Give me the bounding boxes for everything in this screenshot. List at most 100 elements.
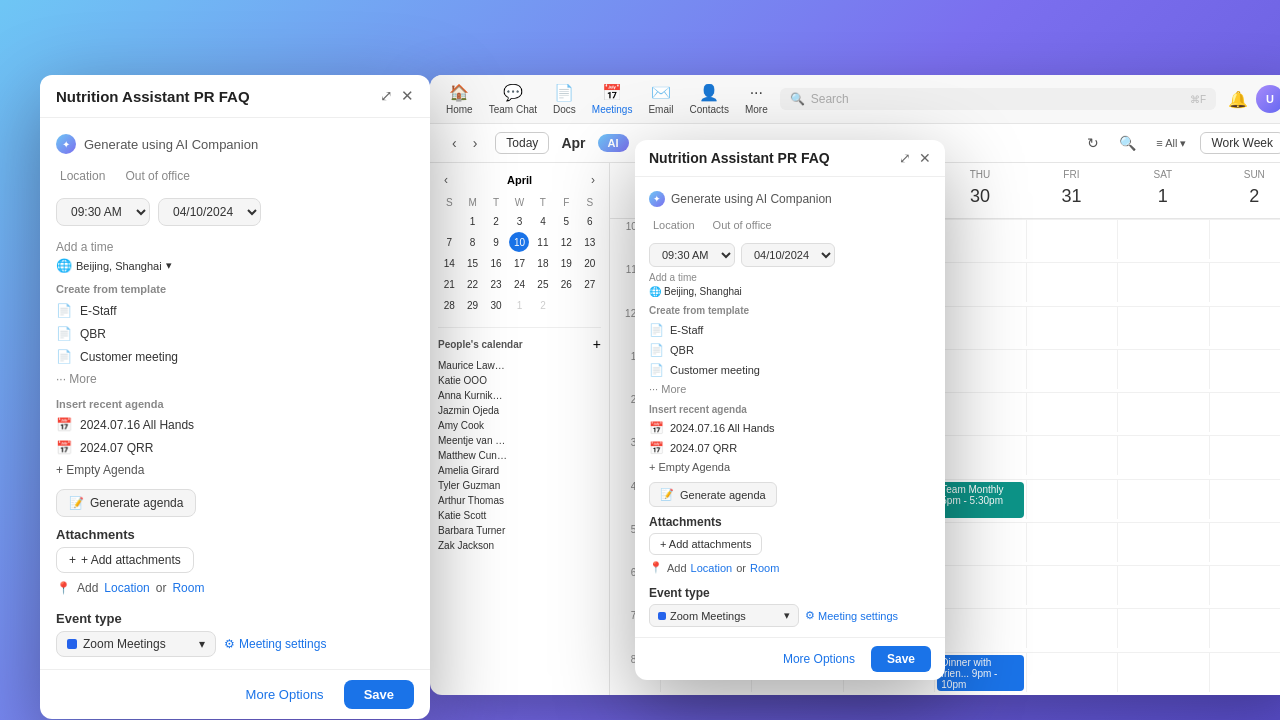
modal-front-recent-qrr[interactable]: 📅 2024.07 QRR — [649, 438, 931, 458]
modal-front-tab-ooo[interactable]: Out of office — [709, 217, 776, 233]
cell-sat-4[interactable] — [1117, 479, 1208, 519]
toolbar-home[interactable]: 🏠 Home — [446, 83, 473, 115]
mini-day[interactable]: 27 — [580, 274, 600, 294]
mini-day[interactable]: 20 — [580, 253, 600, 273]
attendee-item[interactable]: Zak Jackson — [438, 538, 508, 553]
cell-fri-7[interactable] — [1026, 608, 1117, 648]
modal-front-more-options-btn[interactable]: More Options — [775, 646, 863, 672]
modal-front-generate-btn[interactable]: 📝 Generate agenda — [649, 482, 777, 507]
mini-day[interactable]: 12 — [556, 232, 576, 252]
toolbar-contacts[interactable]: 👤 Contacts — [689, 83, 728, 115]
modal-left-maximize-btn[interactable]: ⤢ — [380, 87, 393, 105]
cell-sun-10[interactable] — [1209, 219, 1280, 259]
cell-thu-6[interactable] — [934, 565, 1025, 605]
cell-fri-11[interactable] — [1026, 262, 1117, 302]
attendee-item[interactable]: Maurice Lawson (You) — [438, 358, 508, 373]
cell-fri-1[interactable] — [1026, 349, 1117, 389]
bell-icon[interactable]: 🔔 — [1228, 90, 1248, 109]
cell-fri-8[interactable] — [1026, 652, 1117, 692]
cell-thu-1[interactable] — [934, 349, 1025, 389]
toolbar-team-chat[interactable]: 💬 Team Chat — [489, 83, 537, 115]
attendee-item[interactable]: Katie OOO — [438, 373, 508, 388]
modal-front-maximize-btn[interactable]: ⤢ — [899, 150, 911, 166]
modal-front-settings-link[interactable]: ⚙ Meeting settings — [805, 609, 898, 622]
modal-left-location-link[interactable]: Location — [104, 581, 149, 595]
cell-thu-5[interactable] — [934, 522, 1025, 562]
search-bar[interactable]: 🔍 Search ⌘F — [780, 88, 1216, 110]
attendee-item[interactable]: Katie Scott — [438, 508, 508, 523]
modal-front-template-estaff[interactable]: 📄 E-Staff — [649, 320, 931, 340]
attendee-item[interactable]: Barbara Turner — [438, 523, 508, 538]
search-cal-btn[interactable]: 🔍 — [1113, 133, 1142, 153]
prev-btn[interactable]: ‹ — [446, 133, 463, 153]
mini-day[interactable]: 11 — [533, 232, 553, 252]
cell-sun-5[interactable] — [1209, 522, 1280, 562]
modal-left-add-attachments-btn[interactable]: + + Add attachments — [56, 547, 194, 573]
modal-front-add-attachments-btn[interactable]: + Add attachments — [649, 533, 762, 555]
cell-fri-10[interactable] — [1026, 219, 1117, 259]
cell-thu-11[interactable] — [934, 262, 1025, 302]
modal-left-time-select[interactable]: 09:30 AM — [56, 198, 150, 226]
mini-day[interactable]: 17 — [509, 253, 529, 273]
cell-thu-8[interactable]: Dinner with frien... 9pm - 10pm — [934, 652, 1025, 692]
cell-sun-4[interactable] — [1209, 479, 1280, 519]
cell-sat-12[interactable] — [1117, 306, 1208, 346]
mini-day[interactable]: 7 — [439, 232, 459, 252]
mini-day[interactable]: 25 — [533, 274, 553, 294]
cell-fri-5[interactable] — [1026, 522, 1117, 562]
modal-left-add-empty[interactable]: + Empty Agenda — [56, 459, 414, 481]
modal-front-recent-allhands[interactable]: 📅 2024.07.16 All Hands — [649, 418, 931, 438]
toolbar-docs[interactable]: 📄 Docs — [553, 83, 576, 115]
mini-day[interactable]: 19 — [556, 253, 576, 273]
attendee-item[interactable]: Meentje van der Meul... — [438, 433, 508, 448]
modal-left-template-customer[interactable]: 📄 Customer meeting — [56, 345, 414, 368]
cell-fri-2[interactable] — [1026, 392, 1117, 432]
modal-left-more-templates[interactable]: ··· More — [56, 368, 414, 390]
cell-sat-11[interactable] — [1117, 262, 1208, 302]
modal-front-room-link[interactable]: Room — [750, 562, 779, 574]
mini-day[interactable]: 8 — [463, 232, 483, 252]
modal-front-close-btn[interactable]: ✕ — [919, 150, 931, 166]
modal-left-tab-location[interactable]: Location — [56, 166, 109, 186]
cell-fri-6[interactable] — [1026, 565, 1117, 605]
cell-sat-7[interactable] — [1117, 608, 1208, 648]
modal-left-generate-btn[interactable]: 📝 Generate agenda — [56, 489, 196, 517]
cell-thu-4[interactable]: Team Monthly 5pm - 5:30pm — [934, 479, 1025, 519]
attendee-item[interactable]: Amy Cook — [438, 418, 508, 433]
cell-sun-7[interactable] — [1209, 608, 1280, 648]
mini-next[interactable]: › — [585, 171, 601, 189]
mini-day[interactable]: 1 — [463, 211, 483, 231]
cell-fri-12[interactable] — [1026, 306, 1117, 346]
work-week-btn[interactable]: Work Week — [1200, 132, 1280, 154]
modal-front-tab-location[interactable]: Location — [649, 217, 699, 233]
attendee-item[interactable]: Amelia Girard — [438, 463, 508, 478]
event-dinner[interactable]: Dinner with frien... 9pm - 10pm — [937, 655, 1023, 691]
cell-sat-1[interactable] — [1117, 349, 1208, 389]
attendee-item[interactable]: Jazmin Ojeda — [438, 403, 508, 418]
modal-left-template-estaff[interactable]: 📄 E-Staff — [56, 299, 414, 322]
mini-day[interactable]: 9 — [486, 232, 506, 252]
attendee-item[interactable]: Anna Kurnikova — [438, 388, 508, 403]
modal-front-ai-btn[interactable]: ✦ Generate using AI Companion — [649, 187, 832, 211]
attendee-item[interactable]: Matthew Cunningham — [438, 448, 508, 463]
cell-thu-12[interactable] — [934, 306, 1025, 346]
cell-sat-2[interactable] — [1117, 392, 1208, 432]
modal-left-more-options-btn[interactable]: More Options — [236, 680, 334, 709]
next-btn[interactable]: › — [467, 133, 484, 153]
modal-front-zoom-select[interactable]: Zoom Meetings ▾ — [649, 604, 799, 627]
cell-sat-6[interactable] — [1117, 565, 1208, 605]
modal-left-tab-ooo[interactable]: Out of office — [121, 166, 193, 186]
toolbar-meetings[interactable]: 📅 Meetings — [592, 83, 633, 115]
mini-day[interactable]: 6 — [580, 211, 600, 231]
modal-front-add-empty[interactable]: + Empty Agenda — [649, 458, 931, 476]
mini-day[interactable]: 2 — [533, 295, 553, 315]
cell-sun-11[interactable] — [1209, 262, 1280, 302]
mini-day[interactable]: 13 — [580, 232, 600, 252]
modal-left-add-time[interactable]: Add a time — [56, 236, 414, 258]
modal-left-date-select[interactable]: 04/10/2024 — [158, 198, 261, 226]
mini-day[interactable]: 21 — [439, 274, 459, 294]
mini-day[interactable]: 24 — [509, 274, 529, 294]
toolbar-email[interactable]: ✉️ Email — [648, 83, 673, 115]
cell-sun-8[interactable] — [1209, 652, 1280, 692]
all-btn[interactable]: ≡ All ▾ — [1150, 135, 1192, 152]
